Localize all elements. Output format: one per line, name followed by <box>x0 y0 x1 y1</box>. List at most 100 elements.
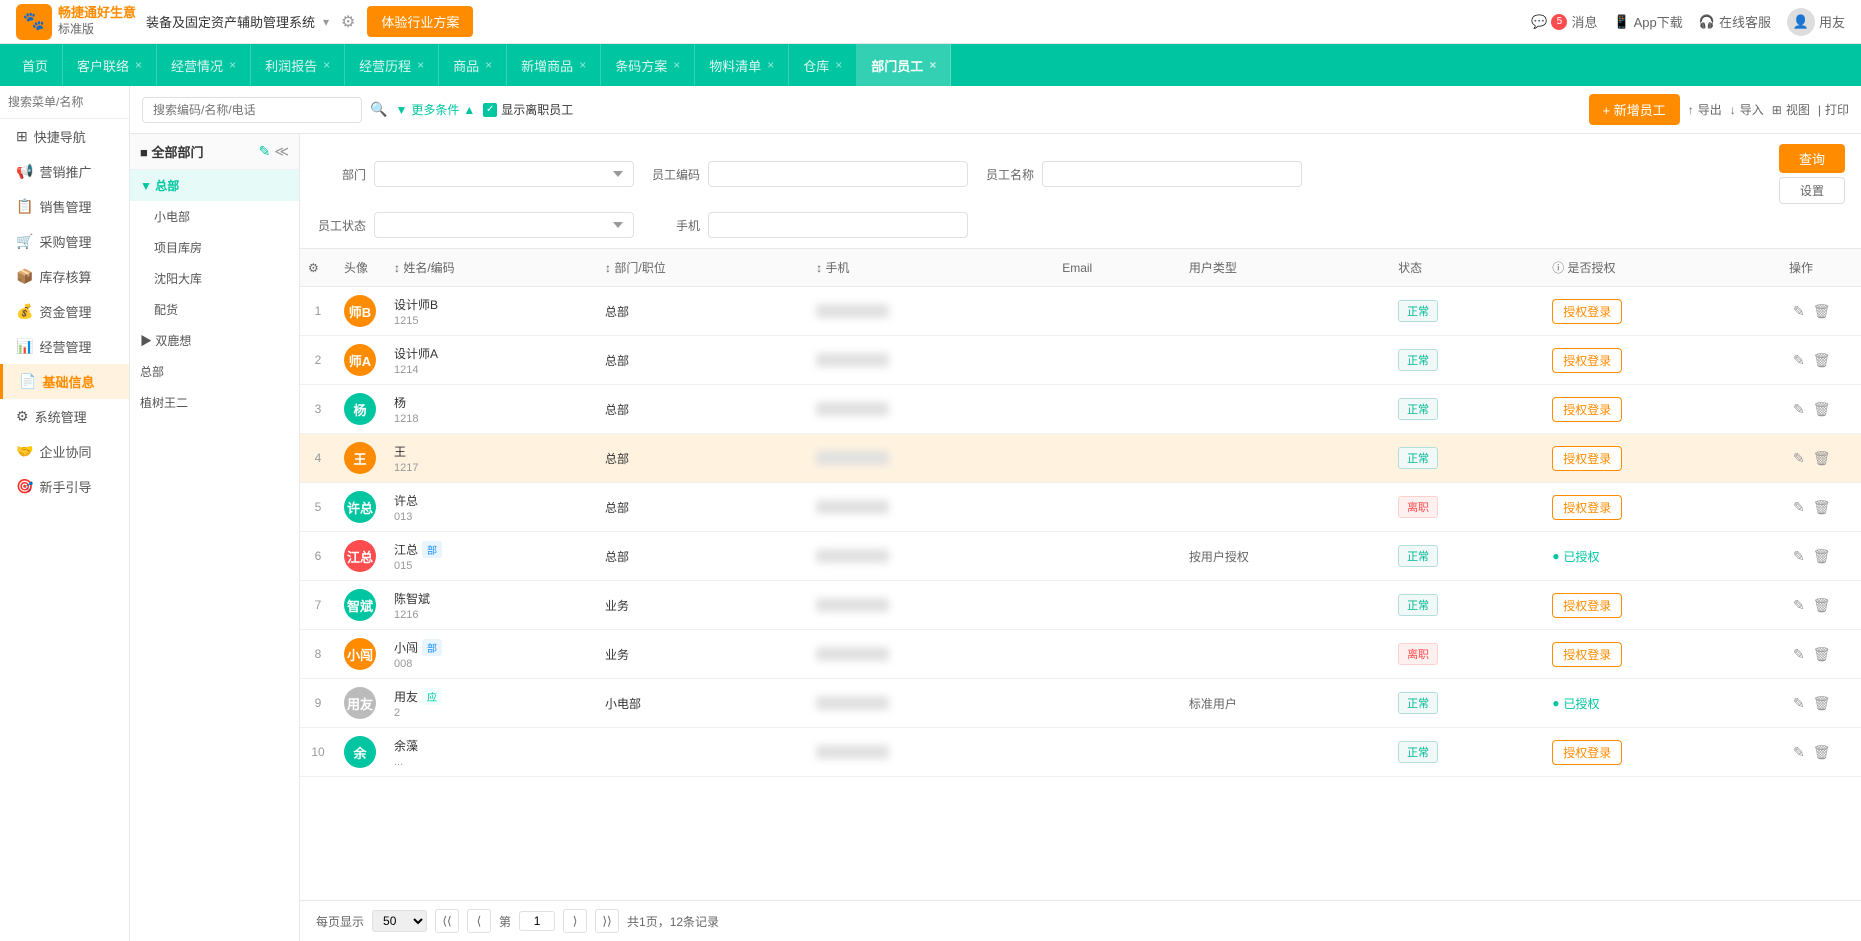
tab-goods[interactable]: 商品 × <box>439 44 507 86</box>
tab-customer[interactable]: 客户联络 × <box>63 44 157 86</box>
sidebar-item-basic-info[interactable]: 📄基础信息 <box>0 364 129 399</box>
edit-button[interactable]: ✎ <box>1789 497 1809 518</box>
tab-close[interactable]: × <box>417 58 424 72</box>
add-employee-button[interactable]: + 新增员工 <box>1589 94 1680 125</box>
dept-filter-select[interactable] <box>374 161 634 187</box>
show-inactive-toggle[interactable]: ✓ 显示离职员工 <box>483 101 573 118</box>
tab-close[interactable]: × <box>673 58 680 72</box>
sidebar-item-quick-nav[interactable]: ⊞快捷导航 <box>0 119 129 154</box>
col-name[interactable]: ↕ 姓名/编码 <box>386 249 597 287</box>
delete-button[interactable]: 🗑 <box>1809 301 1835 322</box>
auth-button[interactable]: 授权登录 <box>1552 593 1622 618</box>
edit-button[interactable]: ✎ <box>1789 546 1809 567</box>
more-filter-button[interactable]: ▼ 更多条件 ▲ <box>395 101 475 118</box>
delete-button[interactable]: 🗑 <box>1809 350 1835 371</box>
user-area[interactable]: 👤 用友 <box>1787 8 1845 36</box>
page-number-input[interactable] <box>519 911 555 931</box>
dept-panel-edit-icon[interactable]: ✎ <box>259 143 271 160</box>
col-settings[interactable]: ⚙ <box>300 249 336 287</box>
phone-input[interactable] <box>708 212 968 238</box>
tab-close[interactable]: × <box>135 58 142 72</box>
set-button[interactable]: 设置 <box>1779 177 1845 204</box>
edit-button[interactable]: ✎ <box>1789 350 1809 371</box>
col-dept[interactable]: ↕ 部门/职位 <box>597 249 808 287</box>
delete-button[interactable]: 🗑 <box>1809 399 1835 420</box>
tab-close[interactable]: × <box>323 58 330 72</box>
view-button[interactable]: ⊞ 视图 <box>1772 101 1810 118</box>
auth-button[interactable]: 授权登录 <box>1552 740 1622 765</box>
dept-item-xiaodian[interactable]: 小电部 <box>130 201 299 232</box>
dept-item-project[interactable]: 项目库房 <box>130 232 299 263</box>
message-button[interactable]: 💬 5 消息 <box>1531 12 1597 31</box>
query-button[interactable]: 查询 <box>1779 144 1845 173</box>
next-page-button[interactable]: ⟩ <box>563 909 587 933</box>
tab-close[interactable]: × <box>767 58 774 72</box>
emp-name-input[interactable] <box>1042 161 1302 187</box>
tab-history[interactable]: 经营历程 × <box>345 44 439 86</box>
col-phone[interactable]: ↕ 手机 <box>808 249 1054 287</box>
page-size-select[interactable]: 50 20 100 <box>372 910 427 932</box>
sidebar-item-sales[interactable]: 📋销售管理 <box>0 189 129 224</box>
auth-button[interactable]: 授权登录 <box>1552 397 1622 422</box>
edit-button[interactable]: ✎ <box>1789 595 1809 616</box>
tab-profit[interactable]: 利润报告 × <box>251 44 345 86</box>
import-button[interactable]: ↓ 导入 <box>1730 101 1764 118</box>
online-service-button[interactable]: 🎧 在线客服 <box>1699 12 1771 31</box>
edit-button[interactable]: ✎ <box>1789 644 1809 665</box>
export-button[interactable]: ↑ 导出 <box>1688 101 1722 118</box>
show-inactive-checkbox[interactable]: ✓ <box>483 103 497 117</box>
search-input[interactable] <box>142 97 362 123</box>
sidebar-item-system[interactable]: ⚙系统管理 <box>0 399 129 434</box>
dept-item-all[interactable]: ▼ 总部 <box>130 170 299 201</box>
edit-button[interactable]: ✎ <box>1789 301 1809 322</box>
delete-button[interactable]: 🗑 <box>1809 644 1835 665</box>
delete-button[interactable]: 🗑 <box>1809 595 1835 616</box>
dept-panel-collapse-icon[interactable]: ≪ <box>274 143 289 160</box>
sidebar-item-marketing[interactable]: 📢营销推广 <box>0 154 129 189</box>
auth-button[interactable]: 授权登录 <box>1552 495 1622 520</box>
sidebar-item-operation-mgmt[interactable]: 📊经营管理 <box>0 329 129 364</box>
tab-close[interactable]: × <box>229 58 236 72</box>
auth-button[interactable]: 授权登录 <box>1552 299 1622 324</box>
sidebar-item-collab[interactable]: 🤝企业协同 <box>0 434 129 469</box>
first-page-button[interactable]: ⟨⟨ <box>435 909 459 933</box>
tab-employee[interactable]: 部门员工 × <box>857 44 951 86</box>
print-button[interactable]: | 打印 <box>1818 101 1849 118</box>
trial-button[interactable]: 体验行业方案 <box>367 6 473 37</box>
tab-warehouse[interactable]: 仓库 × <box>789 44 857 86</box>
edit-button[interactable]: ✎ <box>1789 693 1809 714</box>
delete-button[interactable]: 🗑 <box>1809 448 1835 469</box>
delete-button[interactable]: 🗑 <box>1809 742 1835 763</box>
sidebar-item-finance[interactable]: 💰资金管理 <box>0 294 129 329</box>
tab-bom[interactable]: 物料清单 × <box>695 44 789 86</box>
dept-item-shenyang[interactable]: 沈阳大库 <box>130 263 299 294</box>
dept-item-shuanglu[interactable]: ▶ 双鹿想 <box>130 325 299 356</box>
prev-page-button[interactable]: ⟨ <box>467 909 491 933</box>
delete-button[interactable]: 🗑 <box>1809 693 1835 714</box>
tab-operation[interactable]: 经营情况 × <box>157 44 251 86</box>
emp-code-input[interactable] <box>708 161 968 187</box>
dept-item-zongbu[interactable]: 总部 <box>130 356 299 387</box>
tab-close[interactable]: × <box>579 58 586 72</box>
sidebar-search-input[interactable] <box>8 95 130 109</box>
dept-item-distribution[interactable]: 配货 <box>130 294 299 325</box>
edit-button[interactable]: ✎ <box>1789 448 1809 469</box>
sidebar-item-guide[interactable]: 🎯新手引导 <box>0 469 129 504</box>
search-button[interactable]: 🔍 <box>370 101 387 118</box>
tab-barcode[interactable]: 条码方案 × <box>601 44 695 86</box>
delete-button[interactable]: 🗑 <box>1809 546 1835 567</box>
tab-new-goods[interactable]: 新增商品 × <box>507 44 601 86</box>
emp-status-select[interactable] <box>374 212 634 238</box>
tab-close[interactable]: × <box>835 58 842 72</box>
auth-button[interactable]: 授权登录 <box>1552 446 1622 471</box>
auth-button[interactable]: 授权登录 <box>1552 642 1622 667</box>
app-download-button[interactable]: 📱 App下载 <box>1613 12 1682 31</box>
last-page-button[interactable]: ⟩⟩ <box>595 909 619 933</box>
tab-close[interactable]: × <box>485 58 492 72</box>
dept-item-zhishu[interactable]: 植树王二 <box>130 387 299 418</box>
auth-button[interactable]: 授权登录 <box>1552 348 1622 373</box>
edit-button[interactable]: ✎ <box>1789 742 1809 763</box>
delete-button[interactable]: 🗑 <box>1809 497 1835 518</box>
settings-icon[interactable]: ⚙ <box>341 12 355 32</box>
sidebar-item-inventory[interactable]: 📦库存核算 <box>0 259 129 294</box>
